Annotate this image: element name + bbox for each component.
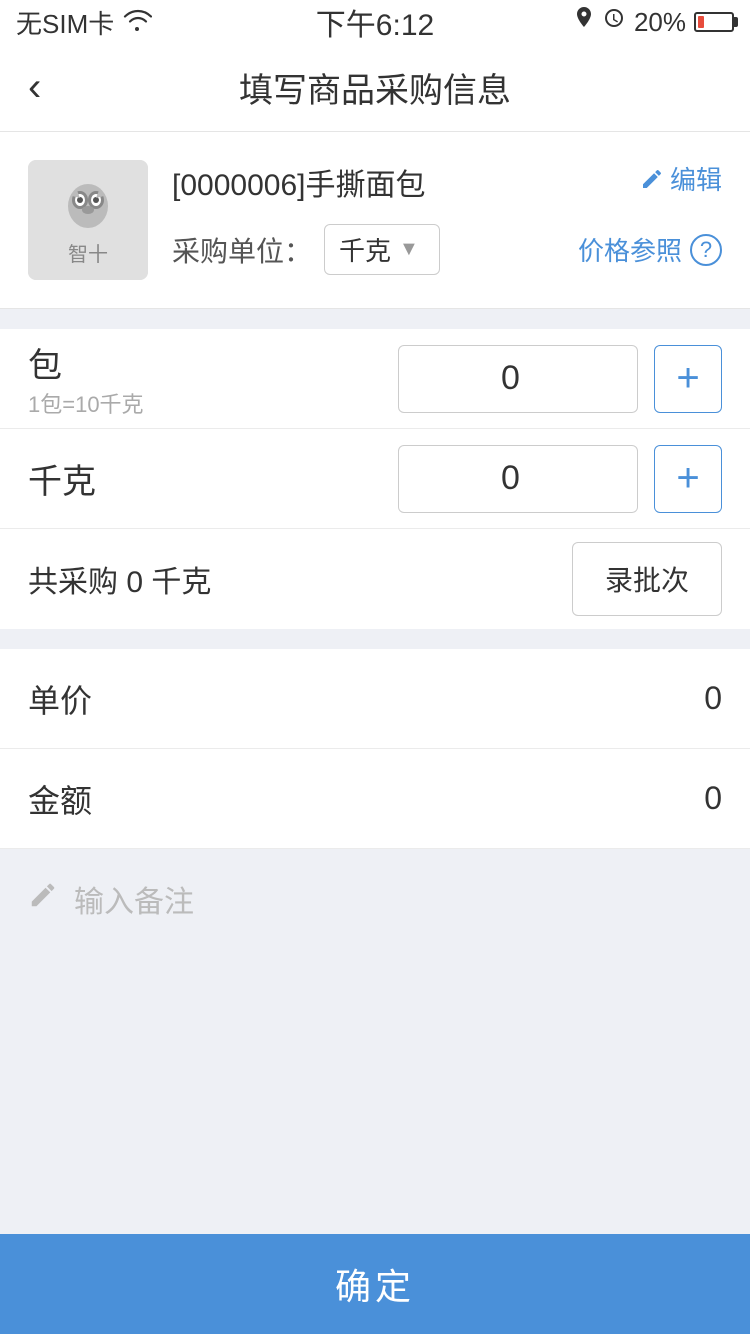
product-header: [0000006]手撕面包 编辑 [172, 160, 722, 204]
amount-label: 金额 [28, 776, 92, 822]
amount-value: 0 [704, 780, 722, 817]
product-unit-row: 采购单位： 千克 ▼ 价格参照 ? [172, 224, 722, 275]
input-section: 包 1包=10千克 + 千克 + 共采购 0 千克 录批次 [0, 329, 750, 629]
wifi-icon [122, 7, 152, 38]
pencil-icon [28, 880, 58, 918]
alarm-icon [602, 7, 626, 38]
edit-button[interactable]: 编辑 [640, 160, 722, 197]
status-bar: 无SIM卡 下午6:12 20% [0, 0, 750, 44]
location-icon [574, 7, 594, 38]
price-ref-button[interactable]: 价格参照 ? [578, 231, 722, 268]
note-section[interactable]: 输入备注 [0, 849, 750, 949]
status-time: 下午6:12 [316, 0, 434, 44]
confirm-button[interactable]: 确定 [0, 1234, 750, 1334]
pack-quantity-input[interactable] [398, 345, 638, 413]
product-info: [0000006]手撕面包 编辑 采购单位： 千克 ▼ 价格参照 ? [172, 160, 722, 275]
batch-button[interactable]: 录批次 [572, 542, 722, 616]
nav-bar: ‹ 填写商品采购信息 [0, 44, 750, 132]
carrier-text: 无SIM卡 [16, 4, 114, 41]
note-input[interactable]: 输入备注 [74, 877, 194, 921]
unit-select[interactable]: 千克 ▼ [324, 224, 440, 275]
status-right: 20% [574, 7, 734, 38]
kg-plus-button[interactable]: + [654, 445, 722, 513]
kg-quantity-input[interactable] [398, 445, 638, 513]
pack-plus-button[interactable]: + [654, 345, 722, 413]
summary-row: 共采购 0 千克 录批次 [0, 529, 750, 629]
product-image: 智十 [28, 160, 148, 280]
battery-percent: 20% [634, 7, 686, 38]
price-section: 单价 0 金额 0 [0, 649, 750, 849]
unit-price-value: 0 [704, 680, 722, 717]
status-left: 无SIM卡 [16, 4, 152, 41]
unit-label: 采购单位： 千克 ▼ [172, 224, 440, 275]
pack-input-right: + [148, 345, 722, 413]
product-card: 智十 [0000006]手撕面包 编辑 采购单位： 千克 ▼ 价格参照 [0, 132, 750, 309]
amount-row: 金额 0 [0, 749, 750, 849]
unit-price-row: 单价 0 [0, 649, 750, 749]
battery-icon [694, 12, 734, 32]
summary-text: 共采购 0 千克 [28, 557, 211, 601]
logo-text: 智十 [68, 238, 108, 267]
section-divider-2 [0, 629, 750, 649]
unit-price-label: 单价 [28, 676, 92, 722]
dropdown-arrow-icon: ▼ [399, 238, 419, 261]
kg-input-right: + [148, 445, 722, 513]
back-button[interactable]: ‹ [28, 65, 41, 110]
kg-input-row: 千克 + [0, 429, 750, 529]
section-divider-1 [0, 309, 750, 329]
page-title: 填写商品采购信息 [239, 63, 511, 112]
pack-label: 包 1包=10千克 [28, 338, 148, 419]
kg-label: 千克 [28, 454, 148, 503]
pack-input-row: 包 1包=10千克 + [0, 329, 750, 429]
product-name: [0000006]手撕面包 [172, 160, 425, 204]
price-ref-help-icon: ? [690, 234, 722, 266]
